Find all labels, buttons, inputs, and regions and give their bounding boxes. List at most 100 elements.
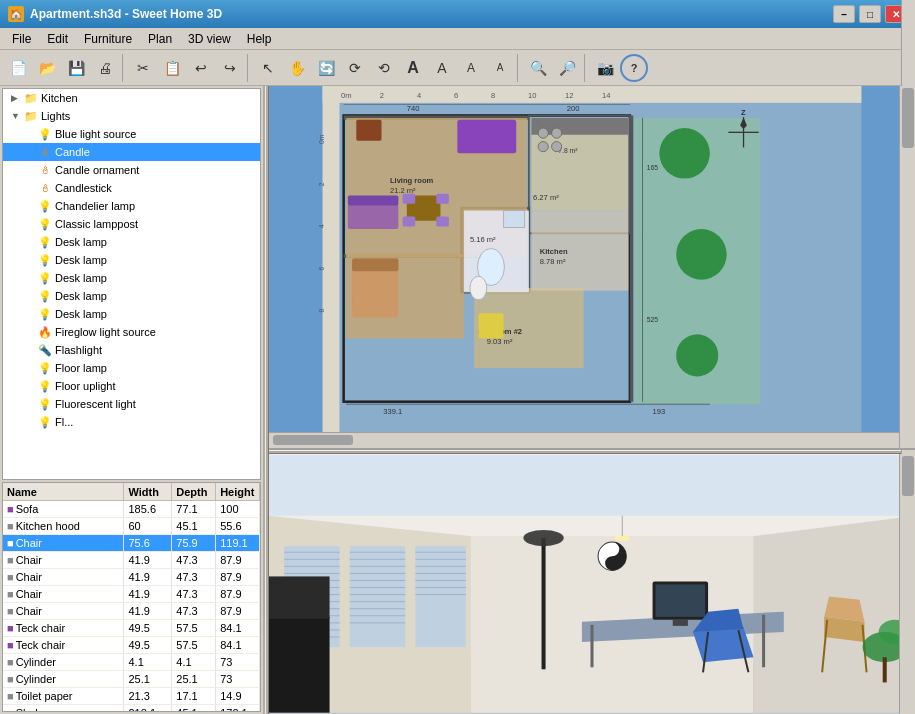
tree-item-lights[interactable]: ▼ 📁 Lights — [3, 107, 260, 125]
list-row-sofa[interactable]: ■Sofa 185.6 77.1 100 — [3, 501, 260, 518]
list-row-cylinder-1[interactable]: ■Cylinder 4.1 4.1 73 — [3, 654, 260, 671]
floorplan-hscroll[interactable] — [269, 432, 899, 448]
toolbar-redo[interactable]: ↪ — [216, 54, 244, 82]
list-row-chair-selected[interactable]: ■Chair 75.6 75.9 119.1 — [3, 535, 260, 552]
svg-rect-120 — [542, 538, 546, 669]
title-bar: 🏠 Apartment.sh3d - Sweet Home 3D – □ ✕ — [0, 0, 915, 28]
toolbar-zoom-out[interactable]: 🔎 — [553, 54, 581, 82]
expand-lights[interactable]: ▼ — [11, 111, 23, 121]
minimize-button[interactable]: – — [833, 5, 855, 23]
menu-3dview[interactable]: 3D view — [180, 30, 239, 48]
list-row-chair-4[interactable]: ■Chair 41.9 47.3 87.9 — [3, 586, 260, 603]
fireglow-icon: 🔥 — [37, 324, 53, 340]
list-row-chair-3[interactable]: ■Chair 41.9 47.3 87.9 — [3, 569, 260, 586]
tree-item-desk-lamp-4[interactable]: 💡 Desk lamp — [3, 287, 260, 305]
list-row-shelves[interactable]: ■Shelves 218.1 45.1 172.1 — [3, 705, 260, 711]
expand-classic-lamppost — [25, 219, 37, 229]
menu-file[interactable]: File — [4, 30, 39, 48]
tree-item-desk-lamp-5[interactable]: 💡 Desk lamp — [3, 305, 260, 323]
svg-point-65 — [538, 142, 548, 152]
list-row-cylinder-2[interactable]: ■Cylinder 25.1 25.1 73 — [3, 671, 260, 688]
tree-item-fluorescent[interactable]: 💡 Fluorescent light — [3, 395, 260, 413]
tree-item-desk-lamp-3[interactable]: 💡 Desk lamp — [3, 269, 260, 287]
svg-text:2: 2 — [318, 182, 325, 186]
tree-item-candle-ornament[interactable]: 🕯 Candle ornament — [3, 161, 260, 179]
floorplan-vscroll[interactable] — [899, 86, 915, 448]
svg-text:5.16 m²: 5.16 m² — [470, 235, 496, 244]
col-header-height[interactable]: Height — [216, 483, 260, 500]
chandelier-icon: 💡 — [37, 198, 53, 214]
furniture-tree: ▶ 📁 Kitchen ▼ 📁 Lights 💡 Blue light sour… — [2, 88, 261, 480]
toolbar-text-a3[interactable]: A — [457, 54, 485, 82]
floor-uplight-icon: 💡 — [37, 378, 53, 394]
tree-item-flashlight[interactable]: 🔦 Flashlight — [3, 341, 260, 359]
toolbar-camera[interactable]: 📷 — [591, 54, 619, 82]
menu-plan[interactable]: Plan — [140, 30, 180, 48]
svg-text:21.2 m²: 21.2 m² — [390, 186, 416, 195]
menu-edit[interactable]: Edit — [39, 30, 76, 48]
tree-item-desk-lamp-1[interactable]: 💡 Desk lamp — [3, 233, 260, 251]
toolbar-zoom-in[interactable]: 🔍 — [524, 54, 552, 82]
tree-scroll[interactable]: ▶ 📁 Kitchen ▼ 📁 Lights 💡 Blue light sour… — [3, 89, 260, 461]
view3d-vscroll[interactable] — [899, 454, 915, 714]
tree-item-classic-lamppost[interactable]: 💡 Classic lamppost — [3, 215, 260, 233]
toolbar-print[interactable]: 🖨 — [91, 54, 119, 82]
toolbar-hand[interactable]: ✋ — [283, 54, 311, 82]
svg-text:10: 10 — [528, 91, 536, 100]
svg-text:165: 165 — [647, 164, 658, 171]
tree-label-candlestick: Candlestick — [55, 182, 112, 194]
tree-item-candlestick[interactable]: 🕯 Candlestick — [3, 179, 260, 197]
col-header-depth[interactable]: Depth — [172, 483, 216, 500]
toolbar-cut[interactable]: ✂ — [129, 54, 157, 82]
tree-item-candle[interactable]: 🕯 Candle — [3, 143, 260, 161]
view-3d[interactable] — [269, 454, 915, 714]
maximize-button[interactable]: □ — [859, 5, 881, 23]
list-row-teck-chair-2[interactable]: ■Teck chair 49.5 57.5 84.1 — [3, 637, 260, 654]
svg-rect-1 — [323, 86, 862, 103]
tree-item-chandelier[interactable]: 💡 Chandelier lamp — [3, 197, 260, 215]
tree-item-fireglow[interactable]: 🔥 Fireglow light source — [3, 323, 260, 341]
tree-item-blue-light[interactable]: 💡 Blue light source — [3, 125, 260, 143]
window-controls: – □ ✕ — [833, 5, 907, 23]
list-row-chair-5[interactable]: ■Chair 41.9 47.3 87.9 — [3, 603, 260, 620]
toolbar-copy[interactable]: 📋 — [158, 54, 186, 82]
tree-label-candle: Candle — [55, 146, 90, 158]
expand-blue-light — [25, 129, 37, 139]
toolbar-undo[interactable]: ↩ — [187, 54, 215, 82]
toolbar-rotate[interactable]: 🔄 — [312, 54, 340, 82]
tree-item-desk-lamp-2[interactable]: 💡 Desk lamp — [3, 251, 260, 269]
tree-item-fl2[interactable]: 💡 Fl... — [3, 413, 260, 431]
toolbar-open[interactable]: 📂 — [33, 54, 61, 82]
svg-point-74 — [676, 229, 727, 280]
expand-kitchen[interactable]: ▶ — [11, 93, 23, 103]
col-header-width[interactable]: Width — [124, 483, 172, 500]
svg-point-63 — [538, 128, 548, 138]
tree-item-floor-lamp[interactable]: 💡 Floor lamp — [3, 359, 260, 377]
list-row-toilet-paper[interactable]: ■Toilet paper 21.3 17.1 14.9 — [3, 688, 260, 705]
svg-rect-72 — [478, 313, 503, 338]
tree-item-floor-uplight[interactable]: 💡 Floor uplight — [3, 377, 260, 395]
menu-help[interactable]: Help — [239, 30, 280, 48]
menu-furniture[interactable]: Furniture — [76, 30, 140, 48]
toolbar-save[interactable]: 💾 — [62, 54, 90, 82]
svg-text:4: 4 — [417, 91, 421, 100]
toolbar-text-a4[interactable]: A — [486, 54, 514, 82]
toolbar-select[interactable]: ↖ — [254, 54, 282, 82]
list-row-teck-chair-1[interactable]: ■Teck chair 49.5 57.5 84.1 — [3, 620, 260, 637]
list-row-kitchen-hood[interactable]: ■Kitchen hood 60 45.1 55.6 — [3, 518, 260, 535]
svg-point-134 — [609, 560, 615, 566]
toolbar-help[interactable]: ? — [620, 54, 648, 82]
toolbar-rotate3[interactable]: ⟲ — [370, 54, 398, 82]
toolbar-new[interactable]: 📄 — [4, 54, 32, 82]
col-header-name[interactable]: Name — [3, 483, 124, 500]
list-row-chair-2[interactable]: ■Chair 41.9 47.3 87.9 — [3, 552, 260, 569]
toolbar-text-a1[interactable]: A — [399, 54, 427, 82]
floor-plan-area[interactable]: 0m 2 4 6 8 10 12 14 0m 2 4 6 8 740 200 — [269, 86, 915, 450]
svg-text:6.27 m²: 6.27 m² — [533, 193, 559, 202]
tree-item-kitchen[interactable]: ▶ 📁 Kitchen — [3, 89, 260, 107]
list-header: Name Width Depth Height — [3, 483, 260, 501]
toolbar-text-a2[interactable]: A — [428, 54, 456, 82]
desk-lamp-2-icon: 💡 — [37, 252, 53, 268]
toolbar-rotate2[interactable]: ⟳ — [341, 54, 369, 82]
svg-rect-61 — [356, 120, 381, 141]
